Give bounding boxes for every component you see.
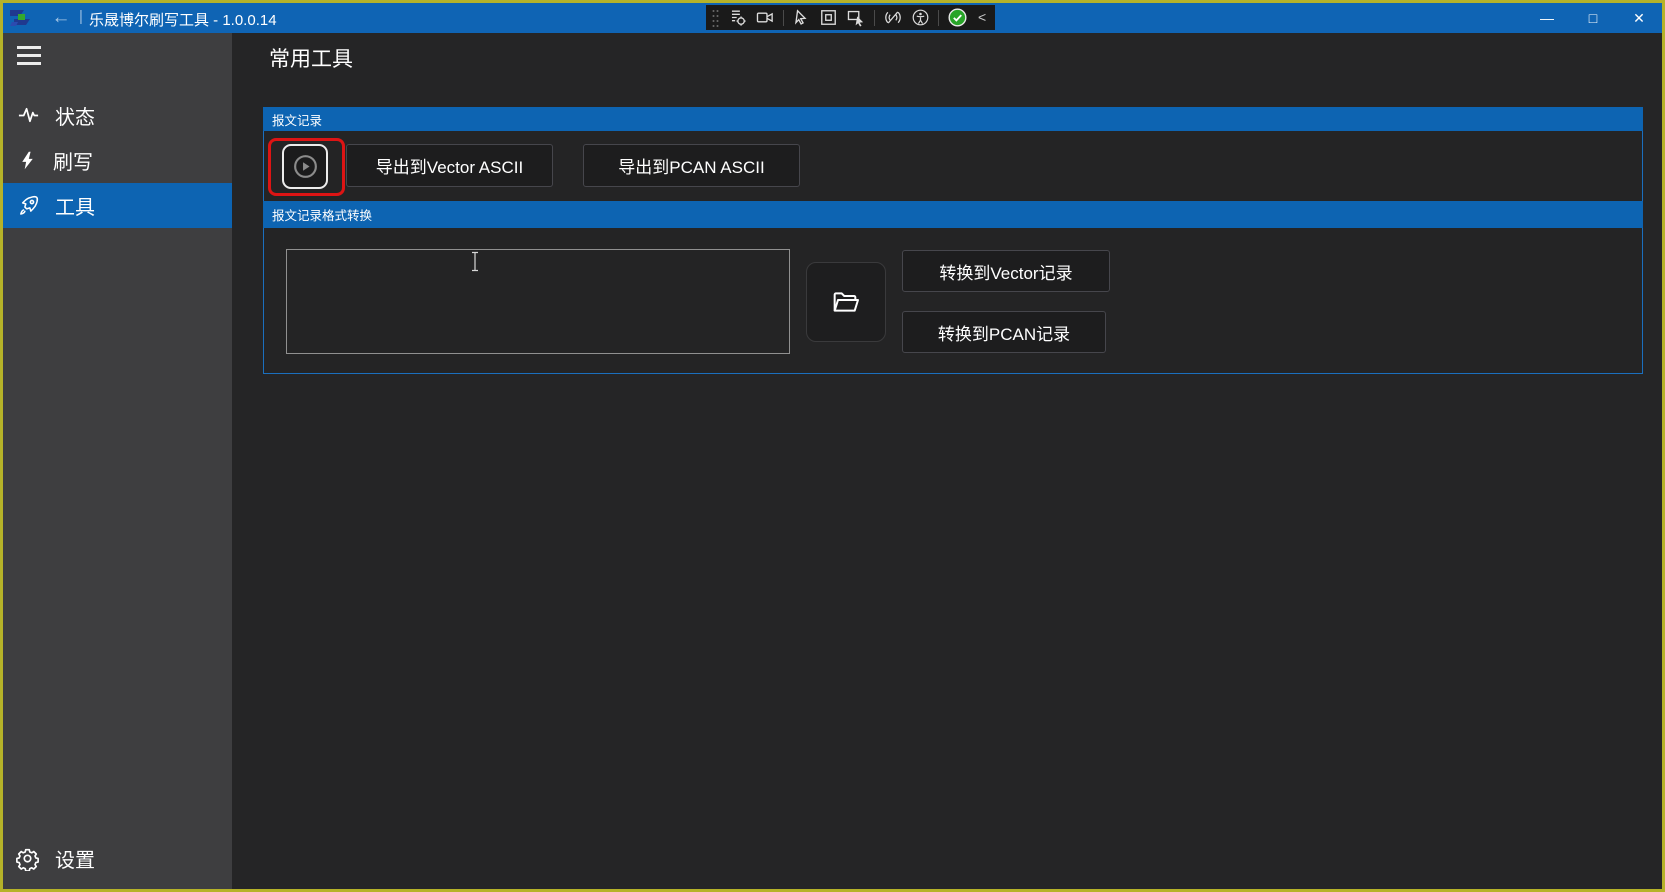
camera-icon[interactable] <box>755 8 775 27</box>
menu-bar <box>17 54 41 57</box>
sidebar-item-label: 刷写 <box>53 152 93 174</box>
flash-icon <box>22 151 33 170</box>
sidebar-nav: 状态 刷写 工具 <box>3 93 232 228</box>
export-pcan-ascii-button[interactable]: 导出到PCAN ASCII <box>583 144 800 187</box>
collapse-chevron-icon[interactable]: < <box>976 5 986 30</box>
app-window: ← | 乐晟博尔刷写工具 - 1.0.0.14 < — □ ✕ 状态 刷写 工具… <box>0 0 1665 892</box>
broadcast-off-icon[interactable] <box>883 8 903 27</box>
sidebar-item-label: 工具 <box>55 197 95 219</box>
toolbar-divider <box>938 9 939 26</box>
annotate-document-icon[interactable] <box>728 8 747 27</box>
menu-bar <box>17 62 41 65</box>
gear-icon <box>16 848 39 871</box>
sidebar-item-settings[interactable]: 设置 <box>3 836 232 881</box>
menu-bar <box>17 46 41 49</box>
convert-section-title: 报文记录格式转换 <box>272 209 373 223</box>
activity-icon <box>18 107 39 123</box>
open-folder-icon <box>833 292 859 312</box>
minimize-button[interactable]: — <box>1524 3 1570 33</box>
window-title: 乐晟博尔刷写工具 - 1.0.0.14 <box>89 12 277 29</box>
convert-to-pcan-button[interactable]: 转换到PCAN记录 <box>902 311 1106 353</box>
start-record-button[interactable] <box>282 144 328 189</box>
convert-to-vector-button[interactable]: 转换到Vector记录 <box>902 250 1110 292</box>
capture-toolbar[interactable]: < <box>706 5 996 30</box>
record-section-header: 报文记录 <box>263 107 1643 131</box>
convert-section-header: 报文记录格式转换 <box>263 201 1643 228</box>
play-circle-icon <box>293 155 317 178</box>
accessibility-icon[interactable] <box>911 8 930 27</box>
record-section-title: 报文记录 <box>272 113 323 128</box>
page-title: 常用工具 <box>269 48 353 71</box>
export-vector-ascii-button[interactable]: 导出到Vector ASCII <box>346 144 553 187</box>
sidebar: 状态 刷写 工具 设置 <box>3 33 232 889</box>
drag-handle[interactable] <box>711 8 720 28</box>
back-button[interactable]: ← <box>49 6 73 30</box>
window-frame-icon[interactable] <box>819 8 838 27</box>
cursor-select-icon[interactable] <box>846 8 866 27</box>
title-separator: | <box>79 8 83 25</box>
rocket-icon <box>20 195 39 215</box>
sidebar-item-status[interactable]: 状态 <box>3 93 232 138</box>
maximize-button[interactable]: □ <box>1570 3 1616 33</box>
sidebar-item-label: 状态 <box>55 107 95 129</box>
title-bar[interactable]: ← | 乐晟博尔刷写工具 - 1.0.0.14 < — □ ✕ <box>3 3 1662 33</box>
toolbar-divider <box>783 9 784 26</box>
menu-toggle-button[interactable] <box>17 46 41 65</box>
toolbar-divider <box>874 9 875 26</box>
text-cursor-pointer <box>472 251 478 272</box>
check-circle-icon[interactable] <box>947 7 968 28</box>
browse-file-button[interactable] <box>806 262 886 342</box>
cursor-icon[interactable] <box>792 8 811 27</box>
app-logo-icon <box>10 10 30 26</box>
sidebar-item-label: 设置 <box>55 850 95 872</box>
sidebar-item-flash[interactable]: 刷写 <box>3 138 232 183</box>
sidebar-item-tools[interactable]: 工具 <box>3 183 232 228</box>
file-path-input[interactable] <box>286 249 790 354</box>
close-button[interactable]: ✕ <box>1616 3 1662 33</box>
